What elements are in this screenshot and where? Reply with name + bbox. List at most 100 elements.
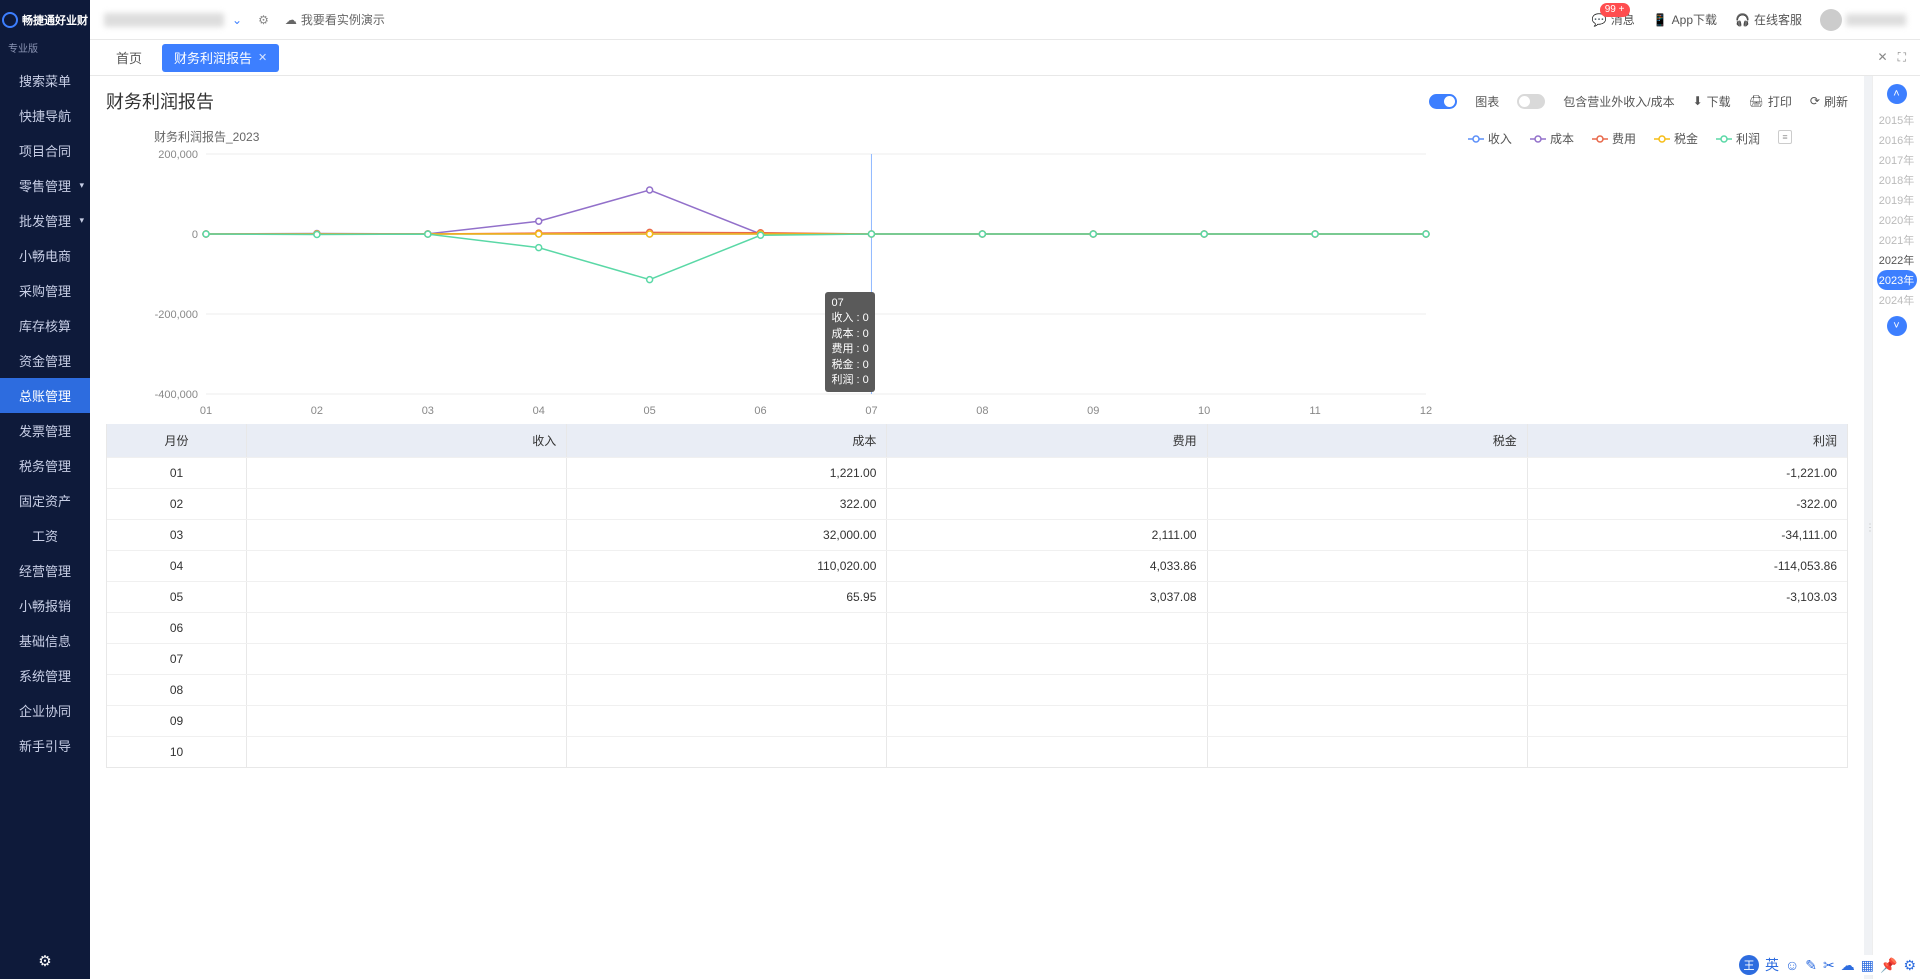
chart-legend: 收入 成本 费用 税金 利润 ≡ — [1468, 130, 1792, 147]
sidebar-item[interactable]: 快捷导航 — [0, 98, 90, 133]
legend-item[interactable]: 成本 — [1530, 130, 1574, 147]
year-button[interactable]: 2016年 — [1877, 130, 1917, 150]
sidebar-item[interactable]: 零售管理▾ — [0, 168, 90, 203]
legend-item[interactable]: 税金 — [1654, 130, 1698, 147]
fullscreen-icon[interactable]: ⛶ — [1898, 50, 1906, 65]
legend-item[interactable]: 收入 — [1468, 130, 1512, 147]
table-cell — [1528, 613, 1847, 643]
table-cell: 4,033.86 — [887, 551, 1207, 581]
splitter[interactable] — [1864, 76, 1872, 979]
table-row: 04110,020.004,033.86-114,053.86 — [107, 550, 1847, 581]
table-cell: 2,111.00 — [887, 520, 1207, 550]
ime-scissors-icon[interactable]: ✂ — [1823, 957, 1835, 974]
toggle-chart-label: 图表 — [1475, 93, 1499, 110]
download-button[interactable]: ⬇下载 — [1693, 93, 1731, 110]
table-cell: -114,053.86 — [1528, 551, 1847, 581]
legend-menu-icon[interactable]: ≡ — [1778, 130, 1792, 144]
refresh-button[interactable]: ⟳刷新 — [1810, 93, 1848, 110]
sidebar-item[interactable]: 小畅报销 — [0, 588, 90, 623]
year-button[interactable]: 2022年 — [1877, 250, 1917, 270]
sidebar-item[interactable]: 基础信息 — [0, 623, 90, 658]
sidebar-item[interactable]: 发票管理 — [0, 413, 90, 448]
settings-button[interactable]: ⚙ — [0, 943, 90, 979]
chart-title: 财务利润报告_2023 — [154, 128, 259, 145]
ime-cloud-icon[interactable]: ☁ — [1841, 957, 1855, 974]
table-header-cell: 利润 — [1528, 424, 1847, 457]
user-menu[interactable] — [1820, 9, 1906, 31]
org-selector[interactable]: ⌄ — [104, 13, 242, 27]
year-button[interactable]: 2021年 — [1877, 230, 1917, 250]
sidebar-item[interactable]: 系统管理 — [0, 658, 90, 693]
messages-button[interactable]: 💬 消息 99 + — [1592, 11, 1635, 28]
cloud-icon: ☁ — [285, 13, 297, 27]
ime-main-icon[interactable]: 王 — [1739, 955, 1759, 975]
year-button[interactable]: 2015年 — [1877, 110, 1917, 130]
demo-link[interactable]: ☁ 我要看实例演示 — [285, 11, 385, 28]
sidebar-item[interactable]: 库存核算 — [0, 308, 90, 343]
table-cell: 05 — [107, 582, 247, 612]
ime-gear-icon[interactable]: ⚙ — [1903, 957, 1916, 974]
table-cell — [887, 489, 1207, 519]
ime-smile-icon[interactable]: ☺ — [1785, 957, 1799, 973]
table-cell: 110,020.00 — [567, 551, 887, 581]
table-header: 月份收入成本费用税金利润 — [107, 424, 1847, 457]
sidebar-item[interactable]: 资金管理 — [0, 343, 90, 378]
year-button[interactable]: 2017年 — [1877, 150, 1917, 170]
sidebar-item[interactable]: 新手引导 — [0, 728, 90, 763]
sidebar-item[interactable]: 采购管理 — [0, 273, 90, 308]
table-cell: 09 — [107, 706, 247, 736]
scroll-down-icon[interactable]: ˅ — [1887, 316, 1907, 336]
table-header-cell: 税金 — [1208, 424, 1528, 457]
close-icon[interactable]: ✕ — [258, 51, 267, 64]
table-row: 09 — [107, 705, 1847, 736]
gear-icon[interactable]: ⚙ — [258, 13, 269, 27]
legend-item[interactable]: 利润 — [1716, 130, 1760, 147]
table-cell — [887, 737, 1207, 767]
close-all-icon[interactable]: ✕ — [1878, 50, 1888, 65]
print-icon: 🖨 — [1749, 94, 1764, 108]
table-cell — [1208, 520, 1528, 550]
year-button[interactable]: 2024年 — [1877, 290, 1917, 310]
table-cell — [247, 520, 567, 550]
toggle-chart[interactable] — [1429, 94, 1457, 109]
ime-lang[interactable]: 英 — [1765, 955, 1779, 975]
sidebar-item[interactable]: 项目合同 — [0, 133, 90, 168]
ime-pin-icon[interactable]: 📌 — [1880, 957, 1897, 974]
app-download-button[interactable]: 📱 App下载 — [1653, 11, 1717, 28]
year-button[interactable]: 2023年 — [1877, 270, 1917, 290]
topbar: ⌄ ⚙ ☁ 我要看实例演示 💬 消息 99 + 📱 App下载 🎧 — [90, 0, 1920, 40]
sidebar-item[interactable]: 经营管理 — [0, 553, 90, 588]
chevron-down-icon: ▾ — [79, 180, 84, 191]
tab-home[interactable]: 首页 — [104, 44, 154, 72]
table-cell — [887, 458, 1207, 488]
sidebar-item[interactable]: 批发管理▾ — [0, 203, 90, 238]
support-button[interactable]: 🎧 在线客服 — [1735, 11, 1802, 28]
sidebar-item[interactable]: 固定资产 — [0, 483, 90, 518]
legend-item[interactable]: 费用 — [1592, 130, 1636, 147]
year-button[interactable]: 2018年 — [1877, 170, 1917, 190]
ime-grid-icon[interactable]: ▦ — [1861, 957, 1874, 974]
scroll-up-icon[interactable]: ˄ — [1887, 84, 1907, 104]
sidebar-item[interactable]: 税务管理 — [0, 448, 90, 483]
table-cell — [567, 675, 887, 705]
chart-svg[interactable]: -400,000-200,0000200,0000102030405060708… — [106, 124, 1466, 424]
sidebar-item[interactable]: 企业协同 — [0, 693, 90, 728]
svg-text:01: 01 — [200, 405, 212, 417]
year-button[interactable]: 2020年 — [1877, 210, 1917, 230]
table-cell — [1208, 644, 1528, 674]
sidebar-item[interactable]: 工资 — [0, 518, 90, 553]
sidebar-item[interactable]: 搜索菜单 — [0, 63, 90, 98]
table-cell: 65.95 — [567, 582, 887, 612]
download-icon: ⬇ — [1693, 94, 1703, 108]
table-cell: -34,111.00 — [1528, 520, 1847, 550]
year-button[interactable]: 2019年 — [1877, 190, 1917, 210]
print-button[interactable]: 🖨打印 — [1749, 93, 1792, 110]
toggle-extra[interactable] — [1517, 94, 1545, 109]
org-name-blur — [104, 13, 224, 27]
sidebar-item[interactable]: 小畅电商 — [0, 238, 90, 273]
sidebar-item[interactable]: 总账管理 — [0, 378, 90, 413]
headset-icon: 🎧 — [1735, 13, 1750, 27]
tab-report[interactable]: 财务利润报告 ✕ — [162, 44, 279, 72]
table-cell — [1208, 613, 1528, 643]
ime-edit-icon[interactable]: ✎ — [1805, 957, 1817, 974]
